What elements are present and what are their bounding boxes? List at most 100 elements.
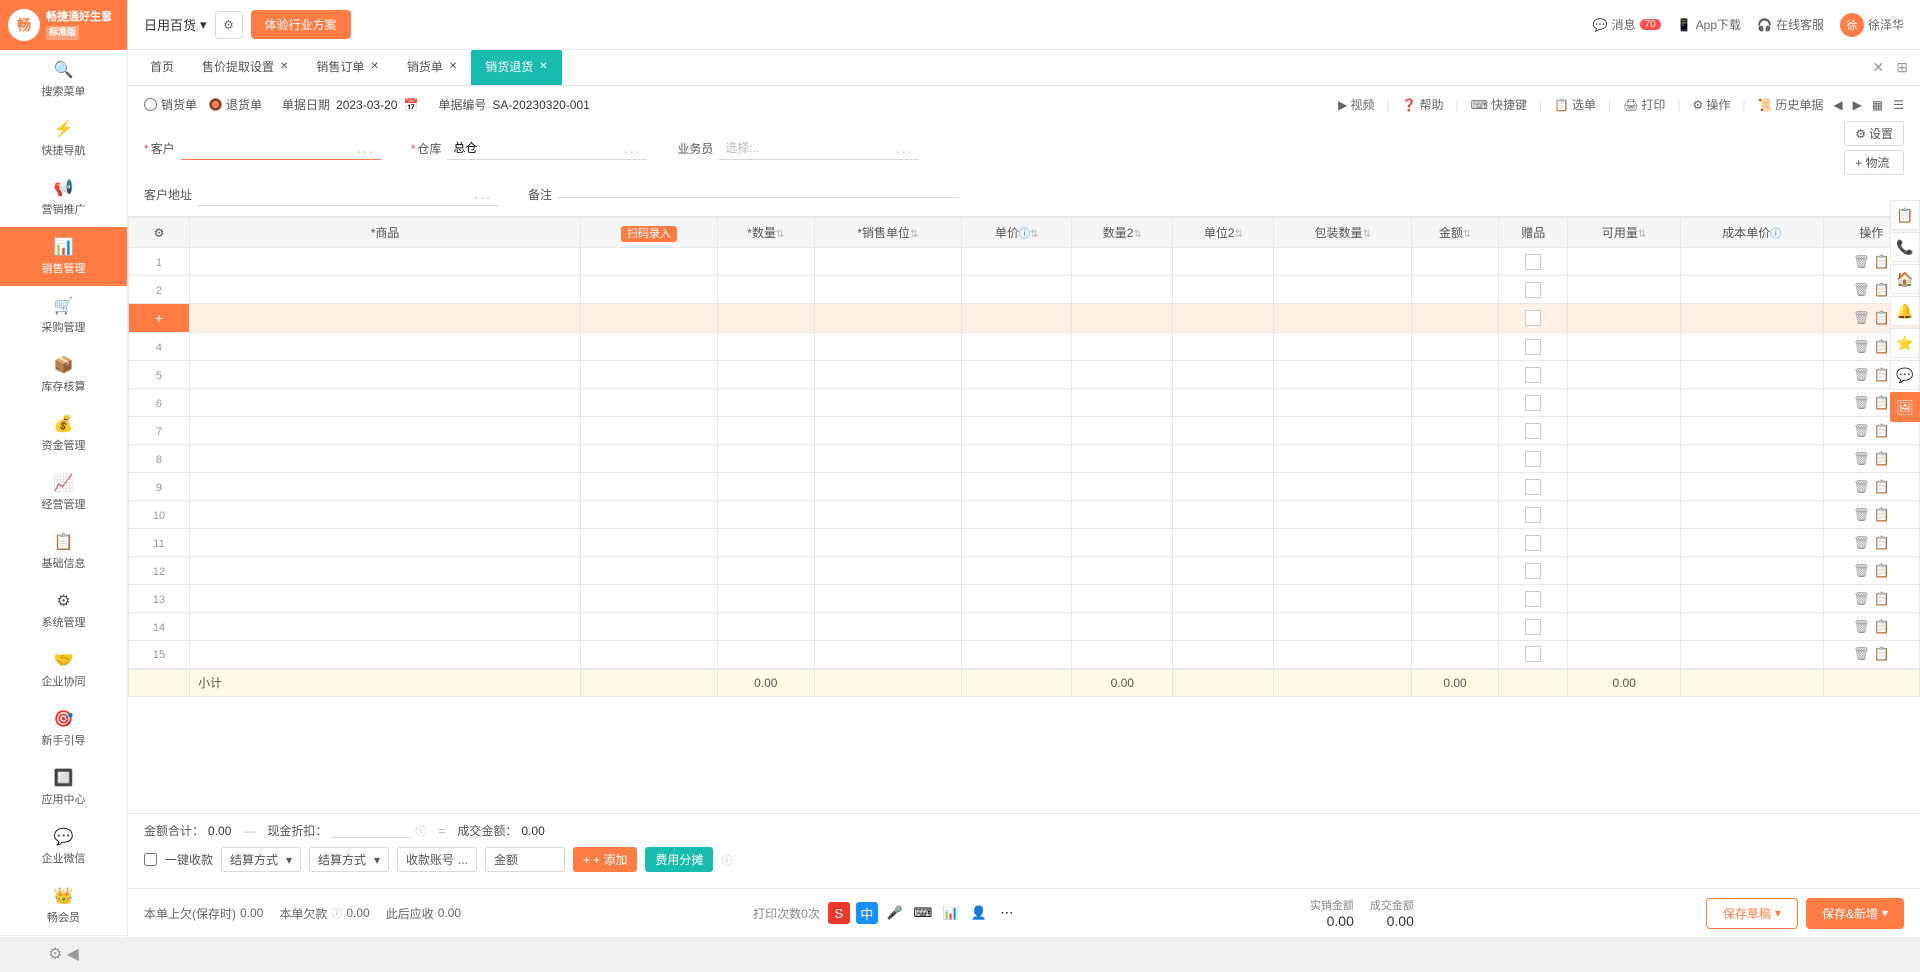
delete-icon-10[interactable]: 🗑: [1853, 507, 1870, 523]
gift-checkbox-2[interactable]: [1525, 282, 1541, 298]
select-btn[interactable]: 📋 选单: [1554, 96, 1596, 113]
return-radio[interactable]: 退货单: [209, 96, 262, 113]
calendar-icon[interactable]: 📅: [403, 98, 418, 112]
next-btn[interactable]: ▶: [1853, 98, 1862, 112]
one-click-checkbox[interactable]: [144, 853, 157, 866]
settlement-select[interactable]: 结算方式 ▾: [221, 847, 301, 872]
copy-icon-2[interactable]: 📋: [1874, 282, 1890, 298]
app-download-btn[interactable]: 📱 App下载: [1677, 16, 1741, 33]
right-panel-btn-1[interactable]: 📋: [1890, 200, 1920, 230]
copy-icon-14[interactable]: 📋: [1874, 619, 1890, 635]
cell-product-14[interactable]: [189, 613, 580, 641]
sidebar-collapse-btn[interactable]: ◀: [67, 944, 79, 964]
copy-icon-5[interactable]: 📋: [1874, 367, 1890, 383]
delete-icon-14[interactable]: 🗑: [1853, 619, 1870, 635]
cell-product-12[interactable]: [189, 557, 580, 585]
operate-btn[interactable]: ⚙ 操作: [1693, 96, 1731, 113]
expand-btn[interactable]: ⊞: [1892, 55, 1912, 80]
sidebar-item-marketing[interactable]: 📢营销推广: [0, 168, 127, 227]
sidebar-item-apps[interactable]: 🔲应用中心: [0, 758, 127, 817]
cell-product-3[interactable]: [189, 304, 580, 333]
logistics-btn[interactable]: + 物流: [1844, 150, 1904, 175]
sidebar-settings-btn[interactable]: ⚙: [48, 944, 62, 964]
delete-icon-1[interactable]: 🗑: [1853, 254, 1870, 270]
col-settings[interactable]: ⚙: [129, 218, 190, 248]
cell-product-11[interactable]: [189, 529, 580, 557]
delete-icon-12[interactable]: 🗑: [1853, 563, 1870, 579]
staff-input[interactable]: 选择... ...: [719, 136, 919, 160]
copy-icon-4[interactable]: 📋: [1874, 339, 1890, 355]
right-panel-btn-3[interactable]: 🏠: [1890, 264, 1920, 294]
help-btn[interactable]: ❓ 帮助: [1402, 96, 1444, 113]
cell-product-6[interactable]: [189, 389, 580, 417]
tab-home[interactable]: 首页: [136, 50, 188, 85]
copy-icon-12[interactable]: 📋: [1874, 563, 1890, 579]
gift-checkbox-10[interactable]: [1525, 507, 1541, 523]
cell-product-7[interactable]: [189, 417, 580, 445]
cell-product-2[interactable]: [189, 276, 580, 304]
sidebar-item-system[interactable]: ⚙系统管理: [0, 581, 127, 640]
sidebar-item-finance[interactable]: 💰资金管理: [0, 404, 127, 463]
fee-split-btn[interactable]: 费用分摊: [645, 847, 713, 872]
section-dropdown[interactable]: 日用百货 ▾: [144, 15, 207, 34]
gift-checkbox-13[interactable]: [1525, 591, 1541, 607]
amount-input[interactable]: 金额: [485, 847, 565, 872]
right-panel-btn-6[interactable]: 💬: [1890, 360, 1920, 390]
sidebar-item-inventory[interactable]: 📦库存核算: [0, 345, 127, 404]
delete-icon-5[interactable]: 🗑: [1853, 367, 1870, 383]
gift-checkbox-7[interactable]: [1525, 423, 1541, 439]
gift-checkbox-14[interactable]: [1525, 619, 1541, 635]
right-panel-btn-2[interactable]: 📞: [1890, 232, 1920, 262]
topbar-settings-btn[interactable]: ⚙: [215, 11, 243, 39]
tab-close-sales-return[interactable]: ✕: [539, 61, 547, 72]
close-tab-btn[interactable]: ✕: [1869, 55, 1889, 80]
add-row-btn[interactable]: +: [149, 308, 169, 328]
warehouse-input[interactable]: 总仓 ...: [447, 136, 647, 160]
gift-checkbox-11[interactable]: [1525, 535, 1541, 551]
icon-zh[interactable]: 中: [856, 902, 878, 924]
history-btn[interactable]: 📜 历史单据: [1757, 96, 1823, 113]
cash-discount-input[interactable]: [331, 823, 411, 838]
sidebar-item-sales[interactable]: 📊销售管理: [0, 227, 127, 286]
gift-checkbox-3[interactable]: [1525, 310, 1541, 326]
sidebar-item-purchase[interactable]: 🛒采购管理: [0, 286, 127, 345]
cell-product-15[interactable]: [189, 641, 580, 669]
customer-input[interactable]: ...: [181, 137, 381, 160]
gift-checkbox-8[interactable]: [1525, 451, 1541, 467]
trial-btn[interactable]: 体验行业方案: [251, 10, 351, 39]
save-new-btn[interactable]: 保存&新增 ▾: [1806, 898, 1904, 929]
notes-input[interactable]: [558, 191, 958, 198]
save-draft-btn[interactable]: 保存草稿 ▾: [1706, 898, 1798, 929]
right-panel-btn-7[interactable]: 🖼: [1890, 392, 1920, 422]
col-barcode[interactable]: 扫码录入: [581, 218, 718, 248]
sidebar-item-basic[interactable]: 📋基础信息: [0, 522, 127, 581]
list-view-btn[interactable]: ☰: [1893, 98, 1904, 112]
gift-checkbox-5[interactable]: [1525, 367, 1541, 383]
gift-checkbox-6[interactable]: [1525, 395, 1541, 411]
delete-icon-4[interactable]: 🗑: [1853, 339, 1870, 355]
tab-sales-delivery[interactable]: 销货单✕: [393, 50, 471, 85]
tab-sales-return[interactable]: 销货退货✕: [471, 50, 561, 85]
copy-icon-6[interactable]: 📋: [1874, 395, 1890, 411]
copy-icon-15[interactable]: 📋: [1874, 646, 1890, 662]
cell-product-4[interactable]: [189, 333, 580, 361]
print-btn[interactable]: 🖨 打印: [1623, 96, 1665, 113]
shortcut-btn[interactable]: ⌨ 快捷键: [1471, 96, 1527, 113]
tab-close-sales-order[interactable]: ✕: [370, 61, 378, 72]
gift-checkbox-4[interactable]: [1525, 339, 1541, 355]
delete-icon-3[interactable]: 🗑: [1853, 310, 1870, 326]
sidebar-item-search[interactable]: 🔍搜索菜单: [0, 50, 127, 109]
icon-s[interactable]: S: [828, 902, 850, 924]
copy-icon-13[interactable]: 📋: [1874, 591, 1890, 607]
copy-icon-3[interactable]: 📋: [1874, 310, 1890, 326]
address-input[interactable]: ...: [198, 183, 498, 206]
sidebar-item-member[interactable]: 👑畅会员: [0, 876, 127, 935]
copy-icon-8[interactable]: 📋: [1874, 451, 1890, 467]
delete-icon-9[interactable]: 🗑: [1853, 479, 1870, 495]
delete-icon-13[interactable]: 🗑: [1853, 591, 1870, 607]
delete-icon-8[interactable]: 🗑: [1853, 451, 1870, 467]
delete-icon-15[interactable]: 🗑: [1853, 646, 1870, 662]
copy-icon-10[interactable]: 📋: [1874, 507, 1890, 523]
messages-btn[interactable]: 💬 消息 70: [1593, 16, 1661, 33]
right-panel-btn-5[interactable]: ⭐: [1890, 328, 1920, 358]
